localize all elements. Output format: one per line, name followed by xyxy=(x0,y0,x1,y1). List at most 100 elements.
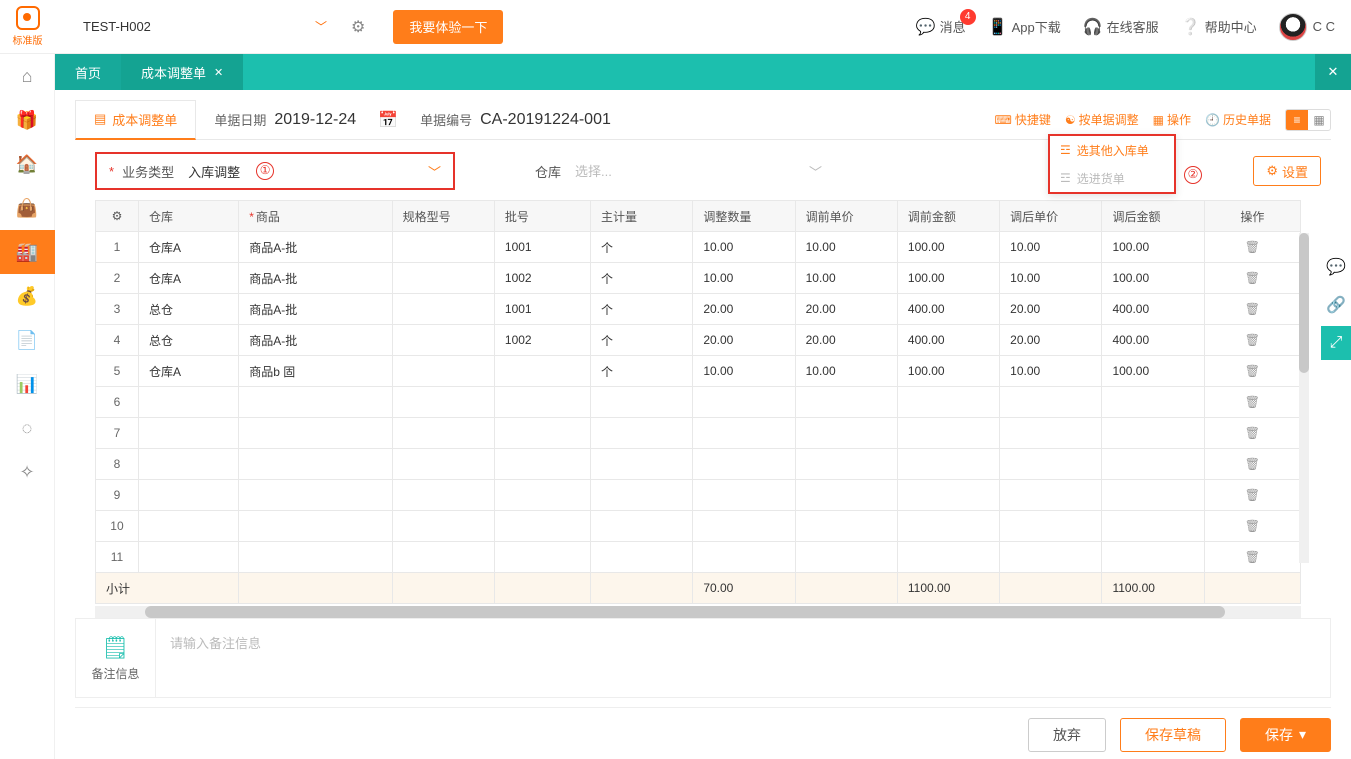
sidebar-gift[interactable]: 🎁 xyxy=(0,98,55,142)
warehouse-select[interactable]: 仓库 ﹀ xyxy=(535,162,822,181)
sidebar-report[interactable]: 📊 xyxy=(0,362,55,406)
table-row[interactable]: 5仓库A商品b 固个10.0010.00100.0010.00100.00🗑 xyxy=(96,356,1301,387)
col-preamt[interactable]: 调前金额 xyxy=(897,201,999,232)
logo-text: 标准版 xyxy=(13,32,43,47)
view-toggle: ≡ ▦ xyxy=(1285,109,1331,131)
table-row[interactable]: 9🗑 xyxy=(96,480,1301,511)
h-scrollbar[interactable] xyxy=(95,606,1301,618)
table-row[interactable]: 2仓库A商品A-批1002个10.0010.00100.0010.00100.0… xyxy=(96,263,1301,294)
act-history[interactable]: 🕘历史单据 xyxy=(1205,111,1271,128)
rail-expand[interactable]: ⤢ xyxy=(1321,326,1351,360)
view-grid[interactable]: ▦ xyxy=(1308,110,1330,130)
col-product[interactable]: *商品 xyxy=(239,201,392,232)
headset-icon: 🎧 xyxy=(1083,17,1103,37)
sidebar-new[interactable]: ✧ xyxy=(0,450,55,494)
tabs-close-all[interactable]: ✕ xyxy=(1315,54,1351,90)
table-row[interactable]: 4总仓商品A-批1002个20.0020.00400.0020.00400.00… xyxy=(96,325,1301,356)
act-byorder[interactable]: ☯按单据调整 xyxy=(1065,111,1139,128)
delete-row-icon[interactable]: 🗑 xyxy=(1204,263,1300,294)
calendar-icon[interactable]: 📅 xyxy=(378,110,398,130)
table-row[interactable]: 6🗑 xyxy=(96,387,1301,418)
messages-link[interactable]: 💬 消息 4 xyxy=(916,17,966,37)
col-qty[interactable]: 调整数量 xyxy=(693,201,795,232)
pick-other-inbound[interactable]: ☲选其他入库单 xyxy=(1050,136,1174,164)
warehouse-input[interactable] xyxy=(575,164,795,179)
phone-icon: 📱 xyxy=(988,17,1008,37)
col-warehouse[interactable]: 仓库 xyxy=(138,201,238,232)
app-download-link[interactable]: 📱 App下载 xyxy=(988,17,1061,37)
table-row[interactable]: 8🗑 xyxy=(96,449,1301,480)
col-postamt[interactable]: 调后金额 xyxy=(1102,201,1204,232)
remark-input[interactable] xyxy=(156,619,1330,697)
sidebar-doc[interactable]: 📄 xyxy=(0,318,55,362)
act-shortcut[interactable]: ⌨快捷键 xyxy=(995,111,1051,128)
col-preprice[interactable]: 调前单价 xyxy=(795,201,897,232)
rail-link[interactable]: 🔗 xyxy=(1321,288,1351,322)
table-row[interactable]: 10🗑 xyxy=(96,511,1301,542)
sidebar-bag[interactable]: 👜 xyxy=(0,186,55,230)
tab-cost-adjust[interactable]: 成本调整单 ✕ xyxy=(121,54,243,90)
help-label: 帮助中心 xyxy=(1205,17,1257,36)
save-button[interactable]: 保存 ▾ xyxy=(1240,718,1331,752)
biztype-value: 入库调整 xyxy=(188,162,240,181)
warehouse-label: 仓库 xyxy=(535,162,561,181)
sidebar-warehouse[interactable]: 🏭 xyxy=(0,230,55,274)
delete-row-icon[interactable]: 🗑 xyxy=(1204,387,1300,418)
table-header-row: ⚙ 仓库 *商品 规格型号 批号 主计量 调整数量 调前单价 调前金额 调后单价… xyxy=(96,201,1301,232)
doc-tab[interactable]: ▤ 成本调整单 xyxy=(75,100,196,140)
rail-chat[interactable]: 💬 xyxy=(1321,250,1351,284)
user-menu[interactable]: C C xyxy=(1279,13,1335,41)
delete-row-icon[interactable]: 🗑 xyxy=(1204,449,1300,480)
business-type-select[interactable]: * 业务类型 入库调整 ① ﹀ xyxy=(95,152,455,190)
date-value[interactable]: 2019-12-24 xyxy=(274,111,356,129)
delete-row-icon[interactable]: 🗑 xyxy=(1204,542,1300,573)
delete-row-icon[interactable]: 🗑 xyxy=(1204,511,1300,542)
subtotal-label: 小计 xyxy=(96,573,239,604)
col-batch[interactable]: 批号 xyxy=(494,201,590,232)
act-ops[interactable]: ▦操作 xyxy=(1153,111,1191,128)
sidebar-money[interactable]: 💰 xyxy=(0,274,55,318)
grid: ⚙ 仓库 *商品 规格型号 批号 主计量 调整数量 调前单价 调前金额 调后单价… xyxy=(95,200,1301,618)
history-icon: 🕘 xyxy=(1205,113,1220,127)
settings-button[interactable]: ⚙ 设置 xyxy=(1253,156,1321,186)
delete-row-icon[interactable]: 🗑 xyxy=(1204,418,1300,449)
subtotal-qty: 70.00 xyxy=(693,573,795,604)
table-row[interactable]: 1仓库A商品A-批1001个10.0010.00100.0010.00100.0… xyxy=(96,232,1301,263)
table-row[interactable]: 7🗑 xyxy=(96,418,1301,449)
v-scrollbar[interactable] xyxy=(1299,233,1309,563)
pick-purchase[interactable]: ☲选进货单 xyxy=(1050,164,1174,192)
help-link[interactable]: ❔ 帮助中心 xyxy=(1181,17,1257,37)
callout-2: ② xyxy=(1184,166,1202,184)
required-star: * xyxy=(109,164,114,179)
col-postprice[interactable]: 调后单价 xyxy=(1000,201,1102,232)
delete-row-icon[interactable]: 🗑 xyxy=(1204,325,1300,356)
sidebar-refresh[interactable]: ◌ xyxy=(0,406,55,450)
keyboard-icon: ⌨ xyxy=(995,113,1012,127)
discard-button[interactable]: 放弃 xyxy=(1028,718,1106,752)
gear-icon[interactable]: ⚙ xyxy=(351,17,365,37)
messages-badge: 4 xyxy=(960,9,976,25)
table-row[interactable]: 3总仓商品A-批1001个20.0020.00400.0020.00400.00… xyxy=(96,294,1301,325)
org-selector[interactable]: TEST-H002 ﹀ xyxy=(75,11,335,43)
close-icon[interactable]: ✕ xyxy=(214,66,223,79)
delete-row-icon[interactable]: 🗑 xyxy=(1204,232,1300,263)
date-label: 单据日期 xyxy=(214,110,266,129)
delete-row-icon[interactable]: 🗑 xyxy=(1204,480,1300,511)
view-list[interactable]: ≡ xyxy=(1286,110,1308,130)
logo[interactable]: 标准版 xyxy=(0,0,55,54)
save-draft-button[interactable]: 保存草稿 xyxy=(1120,718,1226,752)
sidebar-home[interactable]: ⌂ xyxy=(0,54,55,98)
col-gear[interactable]: ⚙ xyxy=(96,201,139,232)
chevron-down-icon: ﹀ xyxy=(428,162,441,181)
col-spec[interactable]: 规格型号 xyxy=(392,201,494,232)
col-unit[interactable]: 主计量 xyxy=(591,201,693,232)
delete-row-icon[interactable]: 🗑 xyxy=(1204,294,1300,325)
table-row[interactable]: 11🗑 xyxy=(96,542,1301,573)
service-link[interactable]: 🎧 在线客服 xyxy=(1083,17,1159,37)
sidebar: ⌂ 🎁 🏠 👜 🏭 💰 📄 📊 ◌ ✧ xyxy=(0,54,55,759)
delete-row-icon[interactable]: 🗑 xyxy=(1204,356,1300,387)
sidebar-house[interactable]: 🏠 xyxy=(0,142,55,186)
tab-home[interactable]: 首页 xyxy=(55,54,121,90)
try-button[interactable]: 我要体验一下 xyxy=(393,10,503,44)
subtotal-postamt: 1100.00 xyxy=(1102,573,1204,604)
